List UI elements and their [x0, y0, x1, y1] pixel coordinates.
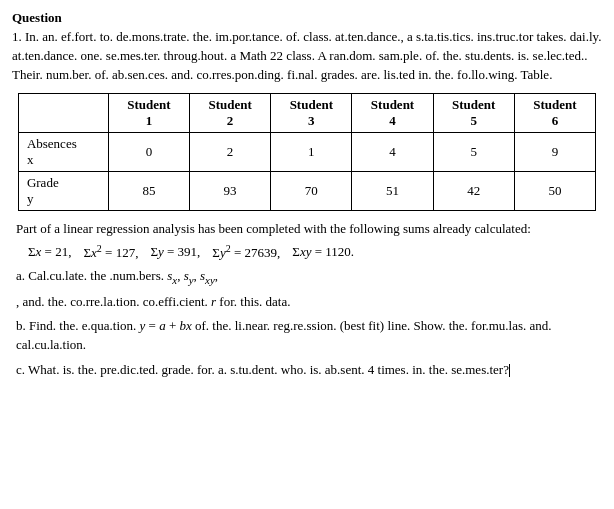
part-a: a. Cal.cu.late. the .num.bers. sx, sy, s…: [16, 267, 598, 288]
part-a-cont: , and. the. co.rre.la.tion. co.effi.cien…: [16, 293, 598, 312]
question-label: Question: [12, 10, 602, 26]
regression-intro: Part of a linear regression analysis has…: [16, 219, 598, 239]
sum-x: Σx = 21,: [28, 244, 71, 260]
and-text: and: [530, 318, 549, 333]
grade-val2: 93: [190, 171, 271, 210]
part-a-label: a. Cal.cu.late. the .num.bers. sx, sy, s…: [16, 268, 218, 283]
sum-xy: Σxy = 1120.: [292, 244, 354, 260]
grade-val3: 70: [271, 171, 352, 210]
part-b: b. Find. the. e.qua.tion. y = a + bx of.…: [16, 317, 598, 355]
sum-y2: Σy2 = 27639,: [212, 243, 280, 261]
sums-block: Σx = 21, Σx2 = 127, Σy = 391, Σy2 = 2763…: [28, 243, 586, 261]
part-c: c. What. is. the. pre.dic.ted. grade. fo…: [16, 361, 598, 380]
absence-val1: 0: [108, 132, 189, 171]
sum-x2: Σx2 = 127,: [83, 243, 138, 261]
absence-val4: 4: [352, 132, 433, 171]
absence-val6: 9: [514, 132, 595, 171]
table-header-student5: Student5: [433, 93, 514, 132]
absence-val2: 2: [190, 132, 271, 171]
part-c-label: c.: [16, 362, 25, 377]
table-header-student4: Student4: [352, 93, 433, 132]
absence-val5: 5: [433, 132, 514, 171]
question-text: 1. In. an. ef.fort. to. de.mons.trate. t…: [12, 28, 602, 85]
table-header-empty: [18, 93, 108, 132]
data-table: Student1 Student2 Student3 Student4 Stud…: [18, 93, 596, 211]
sum-y: Σy = 391,: [150, 244, 200, 260]
part-b-label: b.: [16, 318, 26, 333]
grade-val4: 51: [352, 171, 433, 210]
absences-label: Absencesx: [18, 132, 108, 171]
absences-row: Absencesx 0 2 1 4 5 9: [18, 132, 595, 171]
question-number: 1.: [12, 29, 22, 44]
table-header-student2: Student2: [190, 93, 271, 132]
text-cursor: [509, 364, 510, 377]
absence-val3: 1: [271, 132, 352, 171]
question-intro: In. an. ef.fort. to. de.mons.trate. the.…: [12, 29, 601, 82]
grade-val6: 50: [514, 171, 595, 210]
table-header-student6: Student6: [514, 93, 595, 132]
table-header-row: Student1 Student2 Student3 Student4 Stud…: [18, 93, 595, 132]
grade-val1: 85: [108, 171, 189, 210]
grade-val5: 42: [433, 171, 514, 210]
grade-row: Gradey 85 93 70 51 42 50: [18, 171, 595, 210]
grade-label: Gradey: [18, 171, 108, 210]
table-header-student3: Student3: [271, 93, 352, 132]
table-header-student1: Student1: [108, 93, 189, 132]
